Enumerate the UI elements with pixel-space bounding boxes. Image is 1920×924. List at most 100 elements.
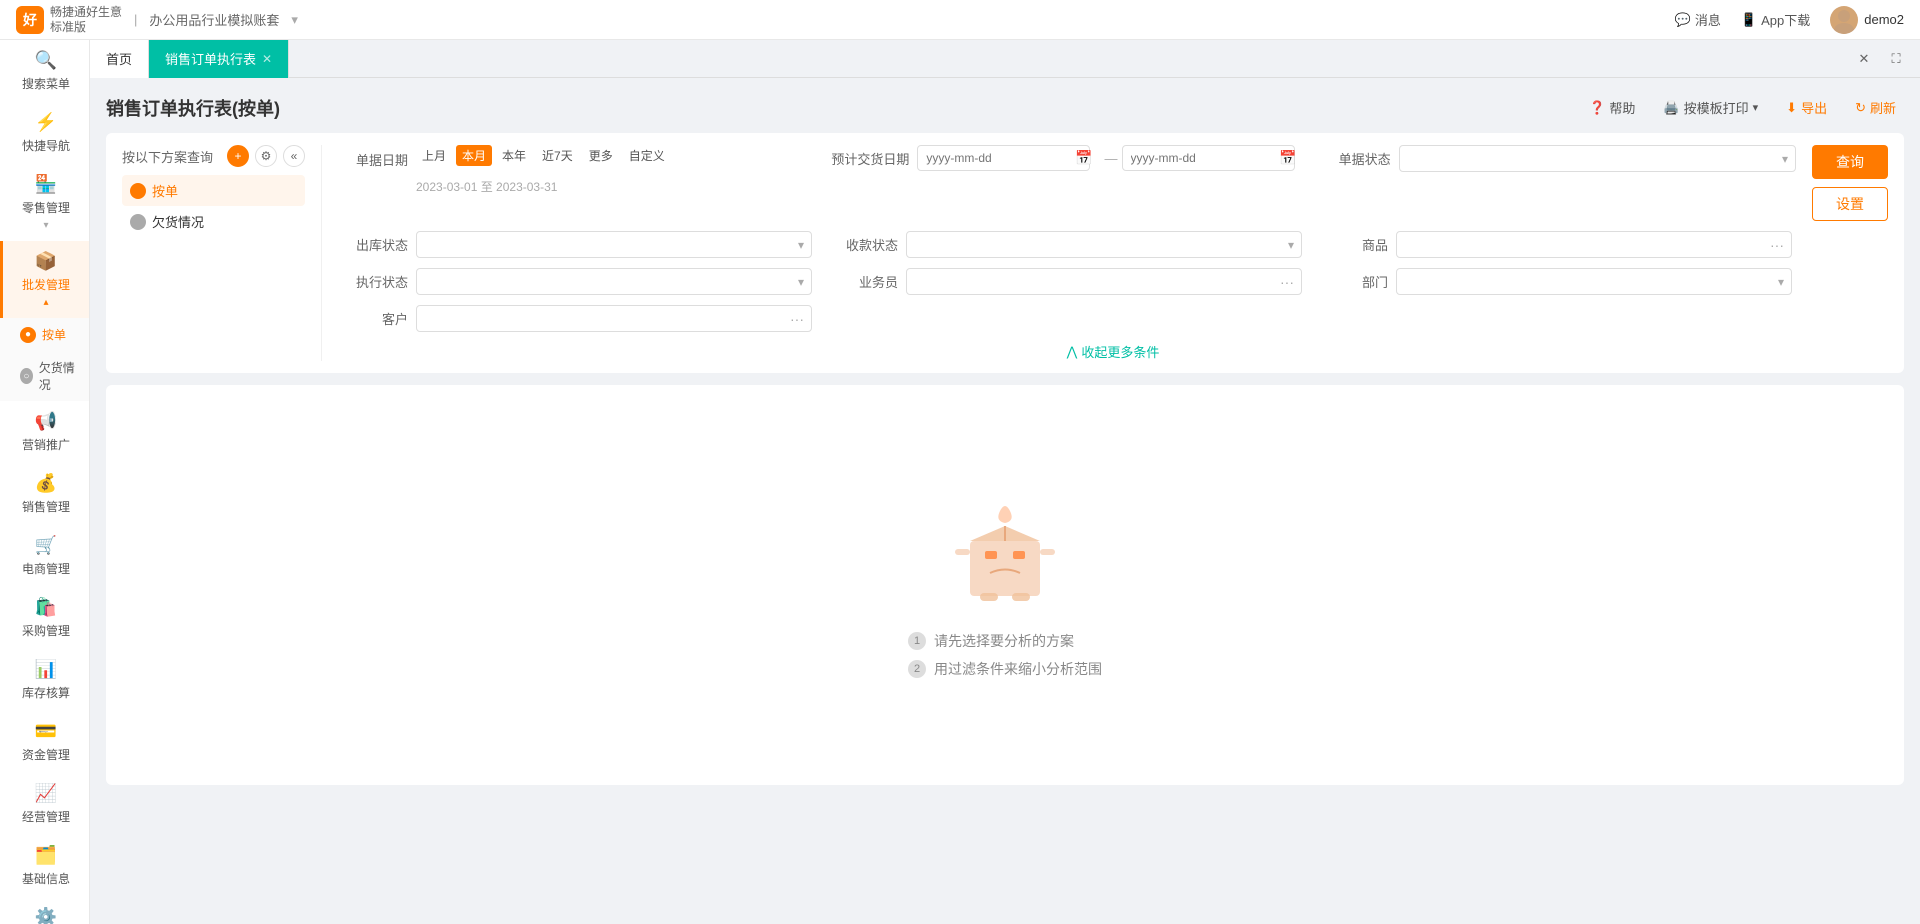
query-button[interactable]: 查询 <box>1812 145 1888 179</box>
salesperson-input[interactable] <box>906 268 1302 295</box>
sidebar-item-purchase[interactable]: 🛍️ 采购管理 <box>0 587 89 649</box>
scheme-item-按单[interactable]: 按单 <box>122 175 305 206</box>
message-action[interactable]: 💬 消息 <box>1675 10 1721 29</box>
customer-input[interactable] <box>416 305 812 332</box>
filter-customer-row: 客户 ··· <box>338 305 812 332</box>
date-to-wrapper: 📅 <box>1122 145 1305 171</box>
filter-row-1: 单据日期 上月 本月 本年 近7天 更多 自定义 <box>338 145 1888 221</box>
date-from-wrapper: 📅 <box>917 145 1100 171</box>
sidebar-search-menu[interactable]: 🔍 搜索菜单 <box>0 40 89 102</box>
date-tabs: 上月 本月 本年 近7天 更多 自定义 <box>416 145 671 166</box>
date-tab-自定义[interactable]: 自定义 <box>623 145 671 166</box>
sidebar-quick-nav[interactable]: ⚡ 快捷导航 <box>0 102 89 164</box>
hint-num-2: 2 <box>908 660 926 678</box>
sidebar-item-retail[interactable]: 🏪 零售管理 ▾ <box>0 164 89 241</box>
export-icon: ⬇ <box>1786 100 1797 116</box>
date-tab-本月[interactable]: 本月 <box>456 145 492 166</box>
filter-panel: 按以下方案查询 + ⚙ « 按单 <box>106 133 1904 373</box>
sidebar-item-finance[interactable]: 💳 资金管理 <box>0 711 89 773</box>
tab-maximize-button[interactable]: ⛶ <box>1884 47 1908 71</box>
tab-sales-order[interactable]: 销售订单执行表 ✕ <box>149 40 289 78</box>
sidebar-item-basic[interactable]: 🗂️ 基础信息 <box>0 835 89 897</box>
date-separator: — <box>1105 151 1118 166</box>
scheme-add-button[interactable]: + <box>227 145 249 167</box>
collapse-up-icon: ⋀ <box>1067 344 1078 360</box>
product-input[interactable] <box>1396 231 1792 258</box>
filter-date-label-row: 单据日期 上月 本月 本年 近7天 更多 自定义 <box>338 145 813 174</box>
app-download-action[interactable]: 📱 App下载 <box>1741 10 1810 29</box>
operation-icon: 📈 <box>35 783 57 804</box>
sidebar-item-inventory[interactable]: 📊 库存核算 <box>0 649 89 711</box>
scheme-collapse-button[interactable]: « <box>283 145 305 167</box>
scheme-item-欠货情况[interactable]: 欠货情况 <box>122 206 305 237</box>
single-status-select[interactable] <box>1399 145 1796 172</box>
filter-execute-status-row: 执行状态 ▾ <box>338 268 812 295</box>
sidebar-item-wholesale[interactable]: 📦 批发管理 ▴ <box>0 241 89 318</box>
sidebar-sub-item-欠货情况[interactable]: ○ 欠货情况 <box>0 351 89 401</box>
chevron-down-icon: ▾ <box>43 220 48 231</box>
breadcrumb-path: 办公用品行业模拟账套 <box>149 10 279 29</box>
date-tab-更多[interactable]: 更多 <box>583 145 619 166</box>
filter-product-row: 商品 ··· <box>1318 231 1792 258</box>
filter-single-status-row: 单据状态 ▾ <box>1321 145 1796 172</box>
breadcrumb-chevron-icon[interactable]: ▾ <box>291 12 298 28</box>
collapse-button[interactable]: ⋀ 收起更多条件 <box>1067 342 1160 361</box>
system-icon: ⚙️ <box>35 907 57 924</box>
settings-button[interactable]: 设置 <box>1812 187 1888 221</box>
filter-scheme-header: 按以下方案查询 + ⚙ « <box>122 145 305 167</box>
tab-home[interactable]: 首页 <box>90 40 149 78</box>
separator: | <box>134 12 137 27</box>
filter-salesperson-row: 业务员 ··· <box>828 268 1302 295</box>
retail-icon: 🏪 <box>35 174 57 195</box>
sidebar-item-sales[interactable]: 💰 销售管理 <box>0 463 89 525</box>
department-select[interactable] <box>1396 268 1792 295</box>
user-area[interactable]: demo2 <box>1830 6 1904 34</box>
top-bar-left: 好 畅捷通好生意 标准版 | 办公用品行业模拟账套 ▾ <box>16 5 298 34</box>
help-button[interactable]: ❓ 帮助 <box>1581 94 1643 121</box>
single-status-control: ▾ <box>1399 145 1796 172</box>
filter-fields: 单据日期 上月 本月 本年 近7天 更多 自定义 <box>338 145 1888 361</box>
receive-status-select[interactable] <box>906 231 1302 258</box>
filter-expected-date-field: 预计交货日期 📅 — <box>829 145 1304 171</box>
filter-row-2: 出库状态 ▾ 收款状态 <box>338 231 1888 258</box>
nav-icon: ⚡ <box>35 112 57 133</box>
expected-date-from-input[interactable] <box>917 145 1090 171</box>
page-header: 销售订单执行表(按单) ❓ 帮助 🖨️ 按模板打印 ▾ ⬇ <box>106 94 1904 121</box>
date-tab-上月[interactable]: 上月 <box>416 145 452 166</box>
sidebar-item-marketing[interactable]: 📢 营销推广 <box>0 401 89 463</box>
export-button[interactable]: ⬇ 导出 <box>1778 94 1835 121</box>
date-tab-本年[interactable]: 本年 <box>496 145 532 166</box>
logo-text: 畅捷通好生意 标准版 <box>50 5 122 34</box>
top-bar-right: 💬 消息 📱 App下载 demo2 <box>1675 6 1904 34</box>
filter-date-input-row: 2023-03-01 至 2023-03-31 <box>338 178 813 195</box>
expected-date-to-input[interactable] <box>1122 145 1295 171</box>
top-bar: 好 畅捷通好生意 标准版 | 办公用品行业模拟账套 ▾ 💬 消息 📱 App下载 <box>0 0 1920 40</box>
filter-date-field: 单据日期 上月 本月 本年 近7天 更多 自定义 <box>338 145 813 195</box>
date-tab-近7天[interactable]: 近7天 <box>536 145 579 166</box>
tab-close-button[interactable]: ✕ <box>1852 47 1876 71</box>
data-area: 1 请先选择要分析的方案 2 用过滤条件来缩小分析范围 <box>106 385 1904 785</box>
scheme-settings-button[interactable]: ⚙ <box>255 145 277 167</box>
sidebar-sub-item-按单[interactable]: ● 按单 <box>0 318 89 351</box>
receive-status-control: ▾ <box>906 231 1302 258</box>
sales-icon: 💰 <box>35 473 57 494</box>
refresh-button[interactable]: ↻ 刷新 <box>1847 94 1904 121</box>
content-area: 首页 销售订单执行表 ✕ ✕ ⛶ 销售订单执行表(按单) <box>90 40 1920 924</box>
page-content: 销售订单执行表(按单) ❓ 帮助 🖨️ 按模板打印 ▾ ⬇ <box>90 78 1920 924</box>
print-button[interactable]: 🖨️ 按模板打印 ▾ <box>1655 94 1766 121</box>
execute-status-select[interactable] <box>416 268 812 295</box>
scheme-actions: + ⚙ « <box>227 145 305 167</box>
expected-date-range: 📅 — 📅 <box>917 145 1304 171</box>
salesperson-label: 业务员 <box>828 272 898 291</box>
sidebar-item-system[interactable]: ⚙️ 系统管理 <box>0 897 89 924</box>
sidebar-item-operation[interactable]: 📈 经营管理 <box>0 773 89 835</box>
receive-status-label: 收款状态 <box>828 235 898 254</box>
out-status-select[interactable] <box>416 231 812 258</box>
salesperson-control: ··· <box>906 268 1302 295</box>
tab-close-icon[interactable]: ✕ <box>262 52 272 66</box>
avatar <box>1830 6 1858 34</box>
date-range-text: 2023-03-01 至 2023-03-31 <box>416 178 557 195</box>
sidebar-item-ecommerce[interactable]: 🛒 电商管理 <box>0 525 89 587</box>
calendar-from-icon: 📅 <box>1075 150 1092 167</box>
help-icon: ❓ <box>1589 100 1605 116</box>
